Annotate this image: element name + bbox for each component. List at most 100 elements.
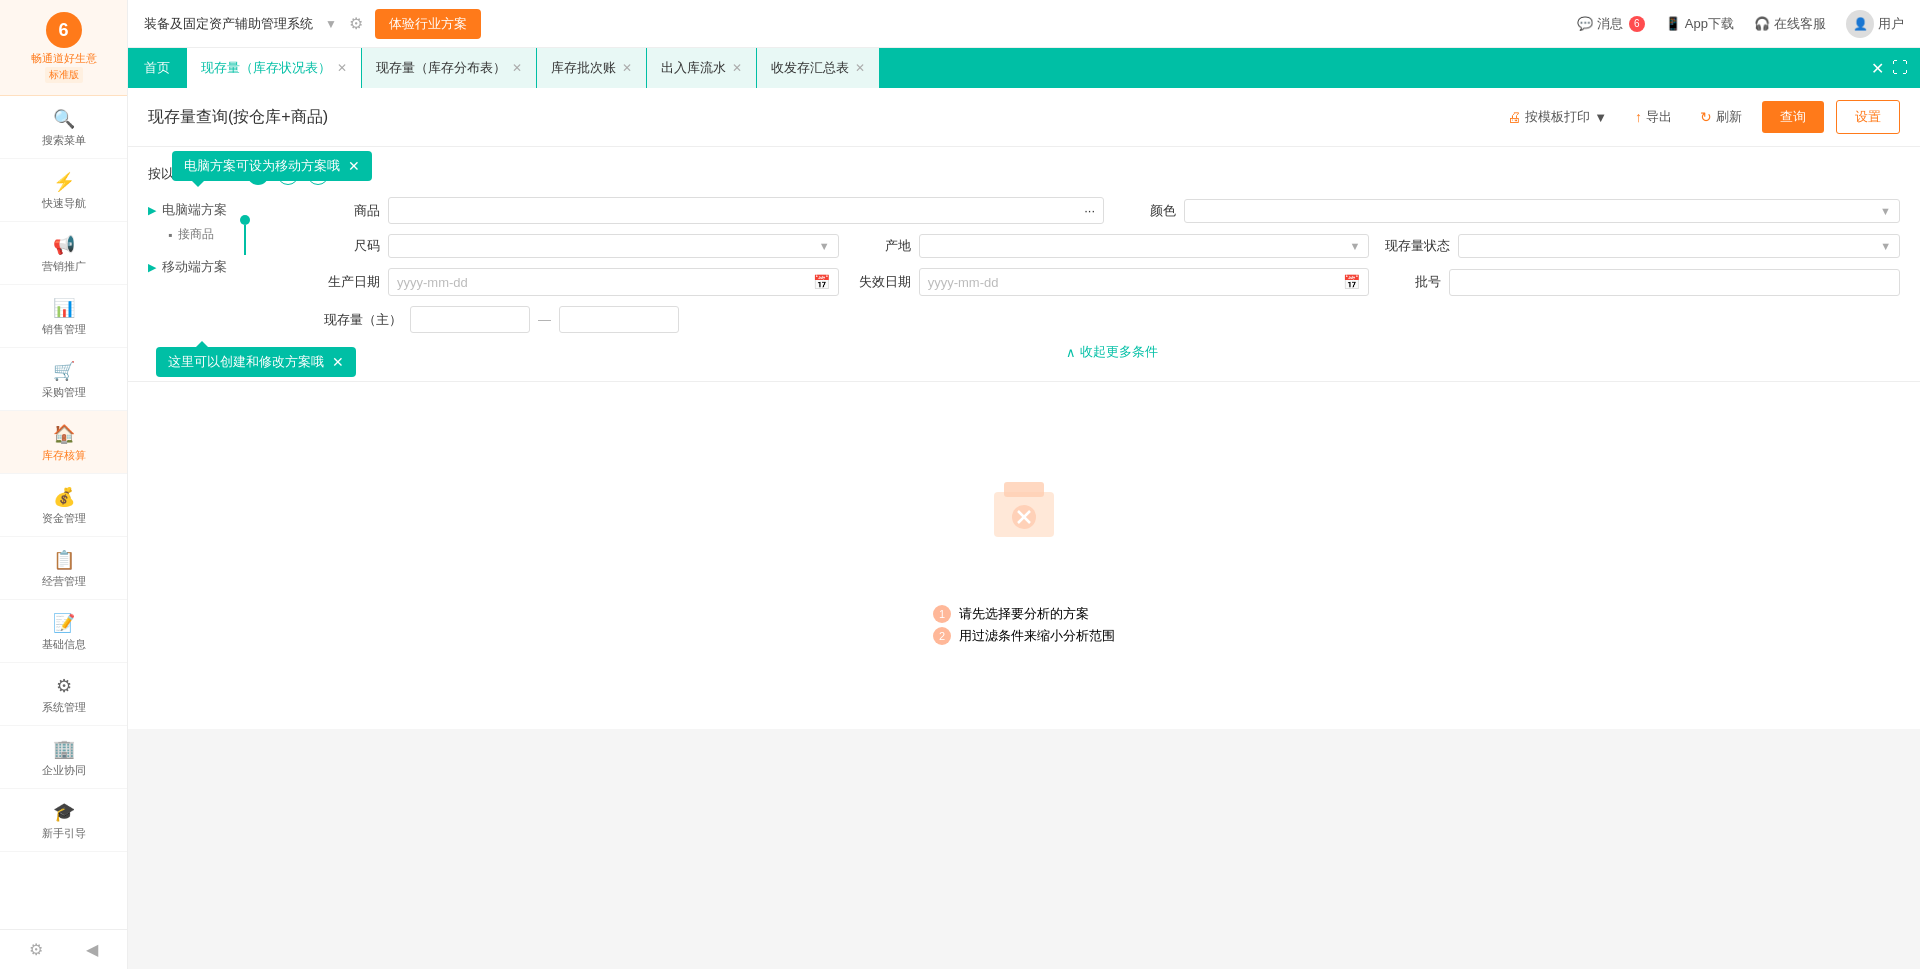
color-label: 颜色: [1120, 202, 1176, 220]
tab-close-collect-summary[interactable]: ✕: [855, 61, 865, 75]
sidebar-item-marketing[interactable]: 📢 营销推广: [0, 222, 127, 285]
avatar: 👤: [1846, 10, 1874, 38]
svg-rect-1: [1004, 482, 1044, 497]
stock-main-from[interactable]: [410, 306, 530, 333]
tab-inventory-batch[interactable]: 库存批次账 ✕: [536, 48, 646, 88]
collapse-up-icon: ∧: [1066, 345, 1076, 360]
mfg-date-input[interactable]: yyyy-mm-dd 📅: [388, 268, 839, 296]
batch-input[interactable]: [1449, 269, 1900, 296]
export-label: 导出: [1646, 108, 1672, 126]
print-btn[interactable]: 🖨 按模板打印 ▼: [1499, 104, 1615, 130]
system-dropdown-icon[interactable]: ▼: [325, 17, 337, 31]
tab-close-all-btn[interactable]: ✕: [1871, 59, 1884, 78]
operations-icon: 📋: [53, 549, 75, 571]
step-num-2: 2: [933, 627, 951, 645]
set-button[interactable]: 设置: [1836, 100, 1900, 134]
tab-label: 现存量（库存分布表）: [376, 59, 506, 77]
message-icon: 💬: [1577, 16, 1593, 31]
collapse-btn[interactable]: ∧ 收起更多条件: [1066, 343, 1158, 361]
batch-label: 批号: [1385, 273, 1441, 291]
page-title: 现存量查询(按仓库+商品): [148, 107, 328, 128]
stock-status-select[interactable]: ▼: [1458, 234, 1900, 258]
sidebar-item-system[interactable]: ⚙ 系统管理: [0, 663, 127, 726]
stock-status-select-arrow: ▼: [1880, 240, 1891, 252]
pc-sub-item-1[interactable]: ▪ 接商品: [168, 223, 308, 246]
tab-close-inventory-batch[interactable]: ✕: [622, 61, 632, 75]
topbar-gear-icon[interactable]: ⚙: [349, 14, 363, 33]
tab-collect-summary[interactable]: 收发存汇总表 ✕: [756, 48, 879, 88]
color-select[interactable]: ▼: [1184, 199, 1900, 223]
app-download-group[interactable]: 📱 App下载: [1665, 15, 1734, 33]
origin-select[interactable]: ▼: [919, 234, 1370, 258]
goods-input[interactable]: ···: [388, 197, 1104, 224]
mobile-scheme-label: 移动端方案: [162, 258, 227, 276]
sidebar-item-basic-info[interactable]: 📝 基础信息: [0, 600, 127, 663]
mfg-date-field: 生产日期 yyyy-mm-dd 📅: [324, 268, 839, 296]
tab-close-inventory-status[interactable]: ✕: [337, 61, 347, 75]
tooltip-create-scheme: 这里可以创建和修改方案哦 ✕: [156, 347, 356, 377]
sidebar: 6 畅通道好生意 标准版 🔍 搜索菜单 ⚡ 快速导航 📢 营销推广 📊 销售管理…: [0, 0, 128, 969]
sidebar-item-operations[interactable]: 📋 经营管理: [0, 537, 127, 600]
origin-label: 产地: [855, 237, 911, 255]
dot-connector: [240, 215, 250, 255]
tooltip-pc-close[interactable]: ✕: [348, 158, 360, 174]
tooltip-pc-scheme: 电脑方案可设为移动方案哦 ✕: [172, 151, 372, 181]
quick-nav-icon: ⚡: [53, 171, 75, 193]
user-group[interactable]: 👤 用户: [1846, 10, 1904, 38]
sidebar-item-quick-nav[interactable]: ⚡ 快速导航: [0, 159, 127, 222]
dot-top: [240, 215, 250, 225]
stock-main-to[interactable]: [559, 306, 679, 333]
sidebar-item-label: 搜索菜单: [42, 133, 86, 148]
tab-close-inventory-dist[interactable]: ✕: [512, 61, 522, 75]
tab-label: 现存量（库存状况表）: [201, 59, 331, 77]
tooltip-create-close[interactable]: ✕: [332, 354, 344, 370]
stock-main-label: 现存量（主）: [324, 311, 402, 329]
print-dropdown-icon[interactable]: ▼: [1594, 110, 1607, 125]
mobile-scheme-item[interactable]: ▶ 移动端方案: [148, 254, 308, 280]
service-icon: 🎧: [1754, 16, 1770, 31]
goods-dots: ···: [1084, 203, 1095, 218]
exp-date-calendar-icon[interactable]: 📅: [1343, 274, 1360, 290]
sidebar-item-sales[interactable]: 📊 销售管理: [0, 285, 127, 348]
sidebar-item-inventory[interactable]: 🏠 库存核算: [0, 411, 127, 474]
exp-date-label: 失效日期: [855, 273, 911, 291]
tab-label: 收发存汇总表: [771, 59, 849, 77]
tab-inventory-dist[interactable]: 现存量（库存分布表） ✕: [361, 48, 536, 88]
message-group[interactable]: 💬 消息 6: [1577, 15, 1645, 33]
tab-inout-flow[interactable]: 出入库流水 ✕: [646, 48, 756, 88]
export-icon: ↑: [1635, 109, 1642, 125]
logo-icon: 6: [46, 12, 82, 48]
filter-row-2: 尺码 ▼ 产地 ▼: [324, 234, 1900, 258]
page: 现存量查询(按仓库+商品) 🖨 按模板打印 ▼ ↑ 导出 ↻ 刷新: [128, 88, 1920, 729]
logo-text: 畅通道好生意: [31, 51, 97, 65]
sidebar-settings-btn[interactable]: ⚙: [29, 940, 43, 959]
filter-fields: 商品 ··· 颜色 ▼: [308, 197, 1900, 365]
sidebar-collapse-btn[interactable]: ◀: [86, 940, 98, 959]
sidebar-item-finance[interactable]: 💰 资金管理: [0, 474, 127, 537]
message-badge: 6: [1629, 16, 1645, 32]
sidebar-item-purchase[interactable]: 🛒 采购管理: [0, 348, 127, 411]
pc-scheme-item[interactable]: ▶ 电脑端方案: [148, 197, 308, 223]
exp-btn[interactable]: 体验行业方案: [375, 9, 481, 39]
filter-header: 按以下方案查询 + ↻ «: [148, 163, 1900, 185]
refresh-btn[interactable]: ↻ 刷新: [1692, 104, 1750, 130]
tab-inventory-status[interactable]: 现存量（库存状况表） ✕: [186, 48, 361, 88]
filter-row-3: 生产日期 yyyy-mm-dd 📅 失效日期 yyyy-mm-dd: [324, 268, 1900, 296]
service-label: 在线客服: [1774, 15, 1826, 33]
query-button[interactable]: 查询: [1762, 101, 1824, 133]
print-icon: 🖨: [1507, 109, 1521, 125]
tab-home[interactable]: 首页: [128, 48, 186, 88]
app-label: App下载: [1685, 15, 1734, 33]
sidebar-item-guide[interactable]: 🎓 新手引导: [0, 789, 127, 852]
sidebar-item-search-menu[interactable]: 🔍 搜索菜单: [0, 96, 127, 159]
tab-close-inout-flow[interactable]: ✕: [732, 61, 742, 75]
export-btn[interactable]: ↑ 导出: [1627, 104, 1680, 130]
tab-label: 库存批次账: [551, 59, 616, 77]
online-service-group[interactable]: 🎧 在线客服: [1754, 15, 1826, 33]
collapse-row: ∧ 收起更多条件: [324, 333, 1900, 365]
size-select[interactable]: ▼: [388, 234, 839, 258]
sidebar-item-enterprise[interactable]: 🏢 企业协同: [0, 726, 127, 789]
tab-fullscreen-btn[interactable]: ⛶: [1892, 59, 1908, 77]
exp-date-input[interactable]: yyyy-mm-dd 📅: [919, 268, 1370, 296]
mfg-date-calendar-icon[interactable]: 📅: [813, 274, 830, 290]
